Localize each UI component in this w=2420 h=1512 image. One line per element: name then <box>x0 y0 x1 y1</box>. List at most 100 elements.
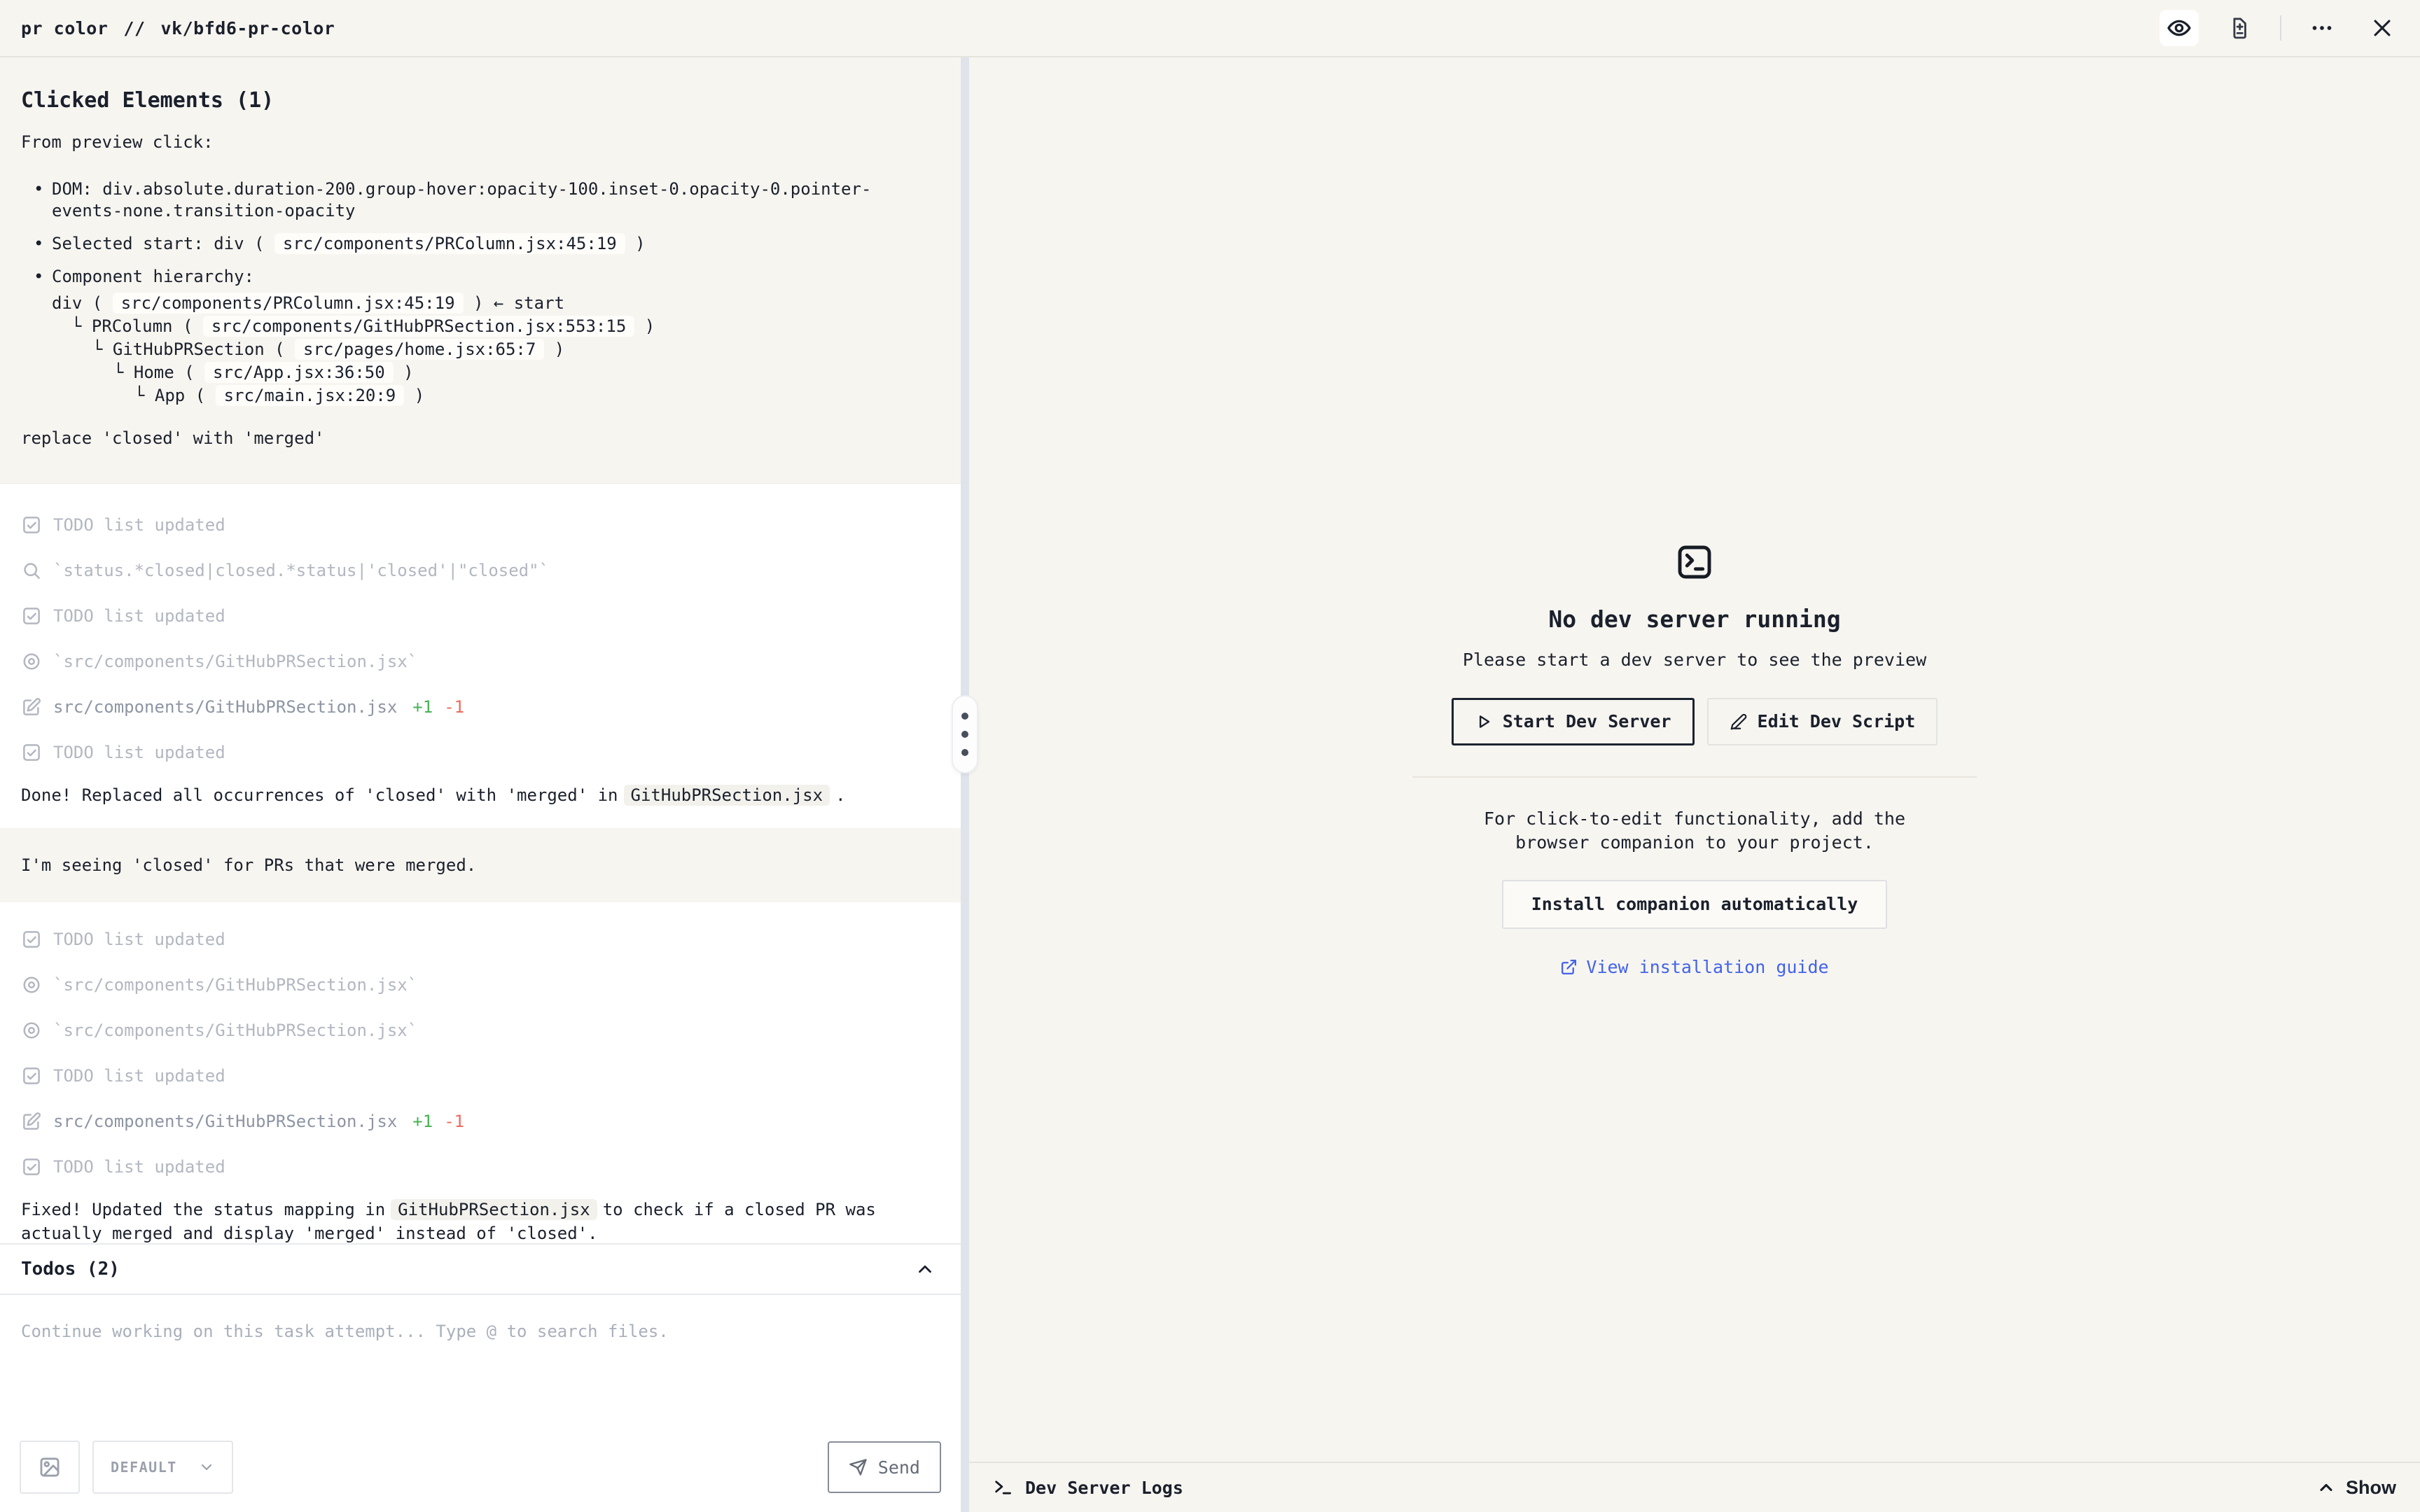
tree-node-label: div ( <box>52 293 103 313</box>
component-hierarchy-tree: div ( src/components/PRColumn.jsx:45:19 … <box>52 292 940 407</box>
tree-node-suffix: ) <box>414 386 425 405</box>
preview-subheading: Please start a dev server to see the pre… <box>1462 649 1927 670</box>
file-path-chip[interactable]: src/components/PRColumn.jsx:45:19 <box>112 293 464 314</box>
diff-removed-count: -1 <box>444 696 465 717</box>
preview-panel: No dev server running Please start a dev… <box>969 57 2420 1512</box>
read-file-icon <box>23 653 40 669</box>
file-name-chip[interactable]: GitHubPRSection.jsx <box>623 785 830 806</box>
edit-dev-script-button[interactable]: Edit Dev Script <box>1706 697 1938 746</box>
file-path-chip[interactable]: src/pages/home.jsx:65:7 <box>295 339 545 360</box>
file-path-chip[interactable]: src/components/PRColumn.jsx:45:19 <box>274 233 625 254</box>
titlebar-divider <box>2280 15 2281 41</box>
chat-panel: Clicked Elements (1) From preview click:… <box>0 57 961 1512</box>
message-input[interactable] <box>0 1295 961 1441</box>
todo-checkbox-icon <box>23 516 40 533</box>
clicked-elements-list: DOM: div.absolute.duration-200.group-hov… <box>21 178 940 407</box>
diff-view-button[interactable] <box>2220 10 2259 46</box>
panel-resize-handle[interactable] <box>952 695 978 774</box>
tool-row-edit-file[interactable]: src/components/GitHubPRSection.jsx +1 -1 <box>21 684 940 729</box>
panel-divider[interactable] <box>952 57 978 1512</box>
dev-server-logs-label: Dev Server Logs <box>1025 1477 1183 1498</box>
eye-icon <box>2167 20 2191 36</box>
tool-row-file-path: src/components/GitHubPRSection.jsx <box>53 696 398 717</box>
file-diff-icon <box>2233 18 2246 39</box>
tool-row-todo[interactable]: TODO list updated <box>21 1144 940 1189</box>
tool-row-todo[interactable]: TODO list updated <box>21 916 940 962</box>
read-file-icon <box>23 1022 40 1038</box>
assistant-message-text: Done! Replaced all occurrences of 'close… <box>21 785 618 805</box>
chevron-up-icon[interactable] <box>915 1259 936 1280</box>
file-path-chip[interactable]: src/components/GitHubPRSection.jsx:553:1… <box>202 316 635 337</box>
close-button[interactable] <box>2363 10 2402 46</box>
installation-guide-link[interactable]: View installation guide <box>1560 957 1829 977</box>
tool-row-label: TODO list updated <box>53 742 225 762</box>
tool-row-todo[interactable]: TODO list updated <box>21 1053 940 1098</box>
app-window: pr color // vk/bfd6-pr-color Clicked Ele… <box>0 0 2420 1512</box>
titlebar-actions <box>2160 10 2402 46</box>
send-icon <box>849 1459 867 1476</box>
external-link-icon <box>1562 959 1577 974</box>
user-message: I'm seeing 'closed' for PRs that were me… <box>0 828 961 902</box>
clicked-elements-heading: Clicked Elements (1) <box>21 88 274 113</box>
tree-node-suffix: ) <box>554 340 565 359</box>
dev-server-logs-bar: Dev Server Logs Show <box>969 1462 2420 1512</box>
tool-row-todo[interactable]: TODO list updated <box>21 502 940 547</box>
tool-row-search[interactable]: `status.*closed|closed.*status|'closed'|… <box>21 547 940 593</box>
tree-node-label: └ GitHubPRSection ( <box>92 340 285 359</box>
show-logs-toggle[interactable]: Show <box>2316 1477 2396 1499</box>
section-divider <box>1412 776 1977 778</box>
image-icon <box>40 1457 60 1477</box>
preview-empty-state: No dev server running Please start a dev… <box>969 57 2420 1462</box>
ellipsis-icon <box>2312 26 2332 30</box>
breadcrumb-separator: // <box>123 18 146 38</box>
tool-row-edit-file[interactable]: src/components/GitHubPRSection.jsx +1 -1 <box>21 1098 940 1144</box>
assistant-message-text: Fixed! Updated the status mapping in <box>21 1200 386 1219</box>
model-variant-select[interactable]: DEFAULT <box>92 1441 233 1494</box>
selected-start-close: ) <box>635 234 646 253</box>
component-hierarchy-item: Component hierarchy: div ( src/component… <box>21 266 940 407</box>
tree-row: └ GitHubPRSection ( src/pages/home.jsx:6… <box>52 338 940 361</box>
dom-label: DOM: <box>52 179 92 199</box>
tool-row-todo[interactable]: TODO list updated <box>21 729 940 775</box>
todos-label: Todos (2) <box>21 1259 120 1280</box>
tool-row-read-file[interactable]: `src/components/GitHubPRSection.jsx` <box>21 1007 940 1053</box>
main-split: Clicked Elements (1) From preview click:… <box>0 57 2420 1512</box>
tree-row: div ( src/components/PRColumn.jsx:45:19 … <box>52 292 940 315</box>
close-icon <box>2374 20 2391 36</box>
install-companion-button[interactable]: Install companion automatically <box>1501 879 1888 929</box>
tree-node-label: └ Home ( <box>113 363 195 382</box>
terminal-prompt-icon <box>995 1480 1011 1494</box>
tool-row-read-file[interactable]: `src/components/GitHubPRSection.jsx` <box>21 962 940 1007</box>
edit-dev-script-label: Edit Dev Script <box>1757 711 1916 732</box>
tree-node-suffix: ) ← start <box>473 293 565 313</box>
user-message-text: I'm seeing 'closed' for PRs that were me… <box>21 855 477 875</box>
conversation-scroll-area[interactable]: Clicked Elements (1) From preview click:… <box>0 57 961 1243</box>
file-name-chip[interactable]: GitHubPRSection.jsx <box>391 1199 597 1220</box>
tool-row-read-file[interactable]: `src/components/GitHubPRSection.jsx` <box>21 638 940 684</box>
tool-row-todo[interactable]: TODO list updated <box>21 593 940 638</box>
send-label: Send <box>877 1457 920 1478</box>
tree-row: └ Home ( src/App.jsx:36:50 ) <box>52 361 940 384</box>
tree-node-label: └ App ( <box>134 386 206 405</box>
file-path-chip[interactable]: src/App.jsx:36:50 <box>204 362 394 383</box>
assistant-message: Fixed! Updated the status mapping in GitH… <box>0 1189 961 1243</box>
send-button[interactable]: Send <box>827 1441 941 1493</box>
composer: DEFAULT Send <box>0 1295 961 1512</box>
tool-row-label: `src/components/GitHubPRSection.jsx` <box>53 1020 418 1040</box>
tool-row-label: `src/components/GitHubPRSection.jsx` <box>53 651 418 671</box>
dom-selector-value: div.absolute.duration-200.group-hover:op… <box>52 179 872 220</box>
install-companion-label: Install companion automatically <box>1531 894 1858 914</box>
pencil-icon <box>1730 713 1746 729</box>
diff-removed-count: -1 <box>444 1111 465 1131</box>
edit-file-icon <box>23 1112 41 1130</box>
more-options-button[interactable] <box>2302 10 2342 46</box>
todos-section-header[interactable]: Todos (2) <box>0 1243 961 1295</box>
start-dev-server-label: Start Dev Server <box>1502 711 1671 732</box>
dev-server-buttons: Start Dev Server Edit Dev Script <box>1451 697 1938 746</box>
start-dev-server-button[interactable]: Start Dev Server <box>1451 697 1695 746</box>
dom-selector-item: DOM: div.absolute.duration-200.group-hov… <box>21 178 940 222</box>
file-path-chip[interactable]: src/main.jsx:20:9 <box>215 385 405 406</box>
attach-image-button[interactable] <box>20 1441 80 1494</box>
preview-toggle-button[interactable] <box>2160 10 2199 46</box>
show-logs-label: Show <box>2346 1476 2396 1498</box>
